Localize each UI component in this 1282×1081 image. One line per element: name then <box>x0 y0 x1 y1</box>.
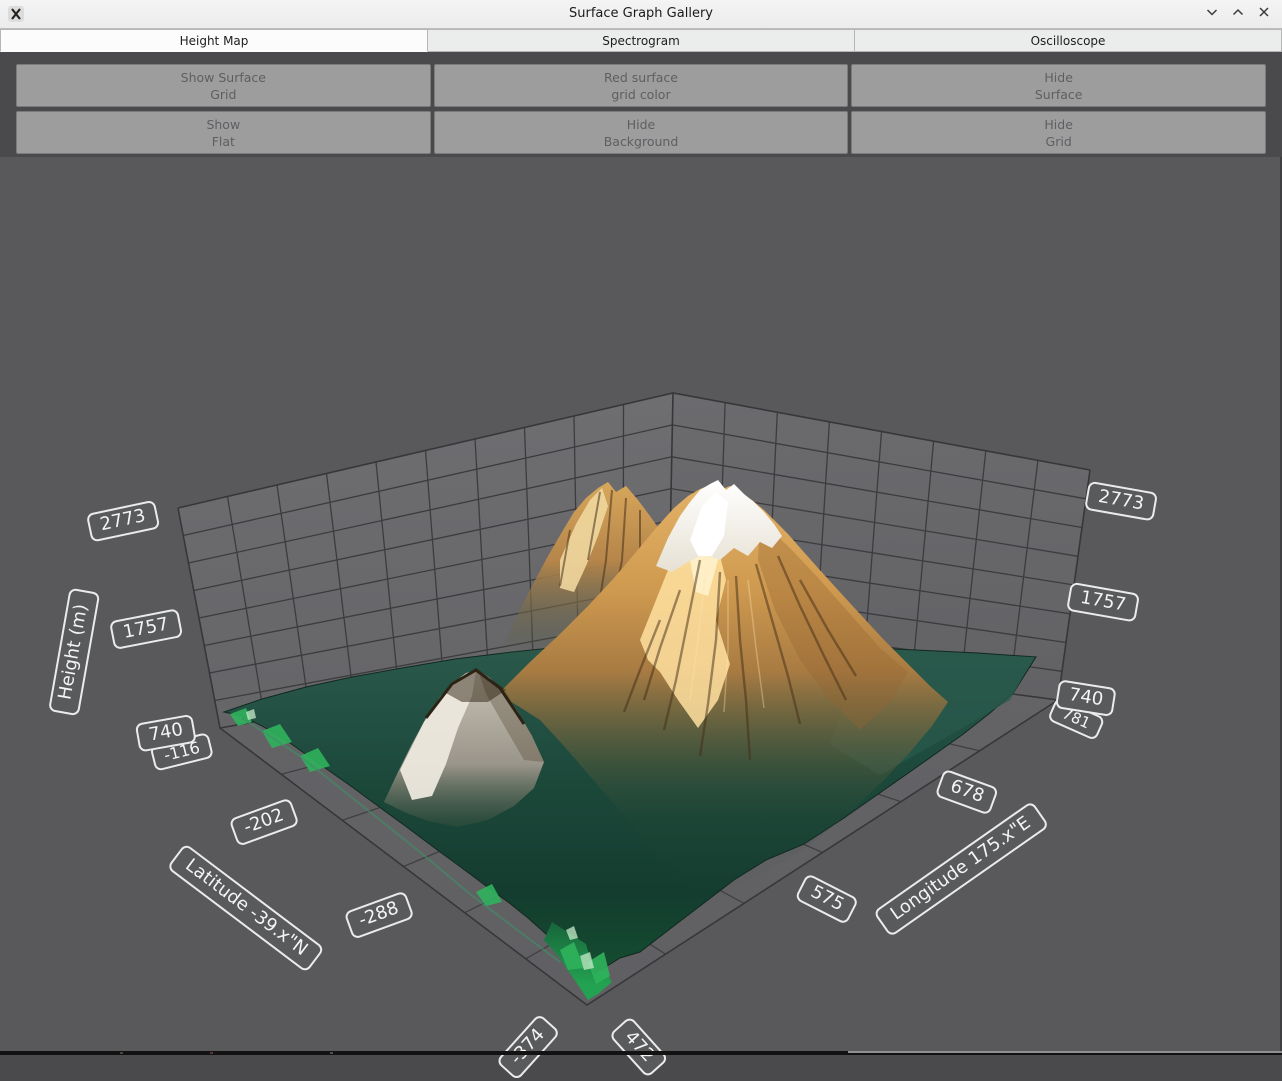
show-flat-button[interactable]: Show Flat <box>16 111 431 154</box>
tab-oscilloscope[interactable]: Oscilloscope <box>855 29 1282 52</box>
toolbar: Show Surface Grid Red surface grid color… <box>0 64 1282 154</box>
window-title: Surface Graph Gallery <box>0 0 1282 28</box>
button-label: Surface <box>1035 86 1083 103</box>
close-icon <box>1256 4 1272 24</box>
hide-grid-button[interactable]: Hide Grid <box>851 111 1266 154</box>
button-label: Background <box>604 133 679 150</box>
chevron-up-icon <box>1230 4 1246 24</box>
button-label: Show <box>206 116 240 133</box>
chevron-down-icon <box>1204 4 1220 24</box>
button-label: Grid <box>210 86 236 103</box>
button-label: grid color <box>611 86 670 103</box>
screen-edge-strip <box>0 1051 1282 1055</box>
button-label: Hide <box>1044 116 1073 133</box>
surface-grid-color-button[interactable]: Red surface grid color <box>434 64 849 107</box>
button-label: Hide <box>627 116 656 133</box>
tab-height-map[interactable]: Height Map <box>0 29 428 52</box>
maximize-button[interactable] <box>1228 4 1248 24</box>
button-label: Flat <box>212 133 235 150</box>
tab-bar: Height Map Spectrogram Oscilloscope <box>0 28 1282 52</box>
button-label: Hide <box>1044 69 1073 86</box>
close-button[interactable] <box>1254 4 1274 24</box>
tab-spectrogram[interactable]: Spectrogram <box>428 29 855 52</box>
minimize-button[interactable] <box>1202 4 1222 24</box>
surface-plot-canvas[interactable] <box>0 0 1282 1055</box>
button-label: Grid <box>1046 133 1072 150</box>
button-label: Red surface <box>604 69 678 86</box>
hide-surface-button[interactable]: Hide Surface <box>851 64 1266 107</box>
hide-background-button[interactable]: Hide Background <box>434 111 849 154</box>
title-bar[interactable]: Surface Graph Gallery <box>0 0 1282 29</box>
button-label: Show Surface <box>181 69 266 86</box>
show-surface-grid-button[interactable]: Show Surface Grid <box>16 64 431 107</box>
